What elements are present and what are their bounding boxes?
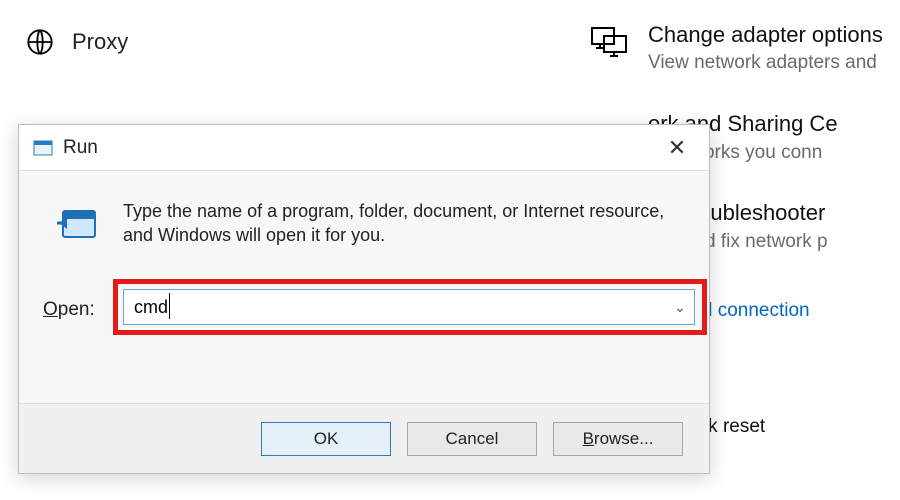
run-title: Run (63, 137, 98, 159)
close-icon: ✕ (668, 135, 686, 161)
sidebar-item-proxy[interactable]: Proxy (26, 28, 128, 56)
open-label-mnemonic: O (43, 299, 58, 320)
cancel-button[interactable]: Cancel (407, 422, 537, 456)
text-caret (169, 293, 170, 319)
button-label: Browse... (583, 429, 654, 449)
button-label: OK (314, 429, 339, 449)
browse-button[interactable]: Browse... (553, 422, 683, 456)
open-combobox[interactable]: ⌄ (123, 289, 695, 325)
button-label: Cancel (446, 429, 499, 449)
globe-icon (26, 28, 54, 56)
sidebar-item-label: Proxy (72, 29, 128, 55)
close-button[interactable]: ✕ (651, 125, 703, 171)
run-footer: OK Cancel Browse... (19, 403, 709, 473)
run-program-icon (57, 203, 101, 247)
run-dialog: Run ✕ Type the name of a program, folder… (18, 124, 710, 474)
chevron-down-icon[interactable]: ⌄ (666, 299, 694, 316)
run-titlebar[interactable]: Run ✕ (19, 125, 709, 171)
open-input[interactable] (124, 297, 666, 318)
open-label: Open: (43, 299, 95, 321)
ok-button[interactable]: OK (261, 422, 391, 456)
option-title: Change adapter options (648, 22, 883, 48)
monitors-icon (590, 22, 630, 62)
run-app-icon (33, 138, 53, 158)
option-subtitle: View network adapters and (648, 52, 883, 75)
run-body: Type the name of a program, folder, docu… (19, 171, 709, 403)
run-description: Type the name of a program, folder, docu… (123, 199, 673, 248)
option-change-adapter[interactable]: Change adapter options View network adap… (590, 22, 900, 75)
